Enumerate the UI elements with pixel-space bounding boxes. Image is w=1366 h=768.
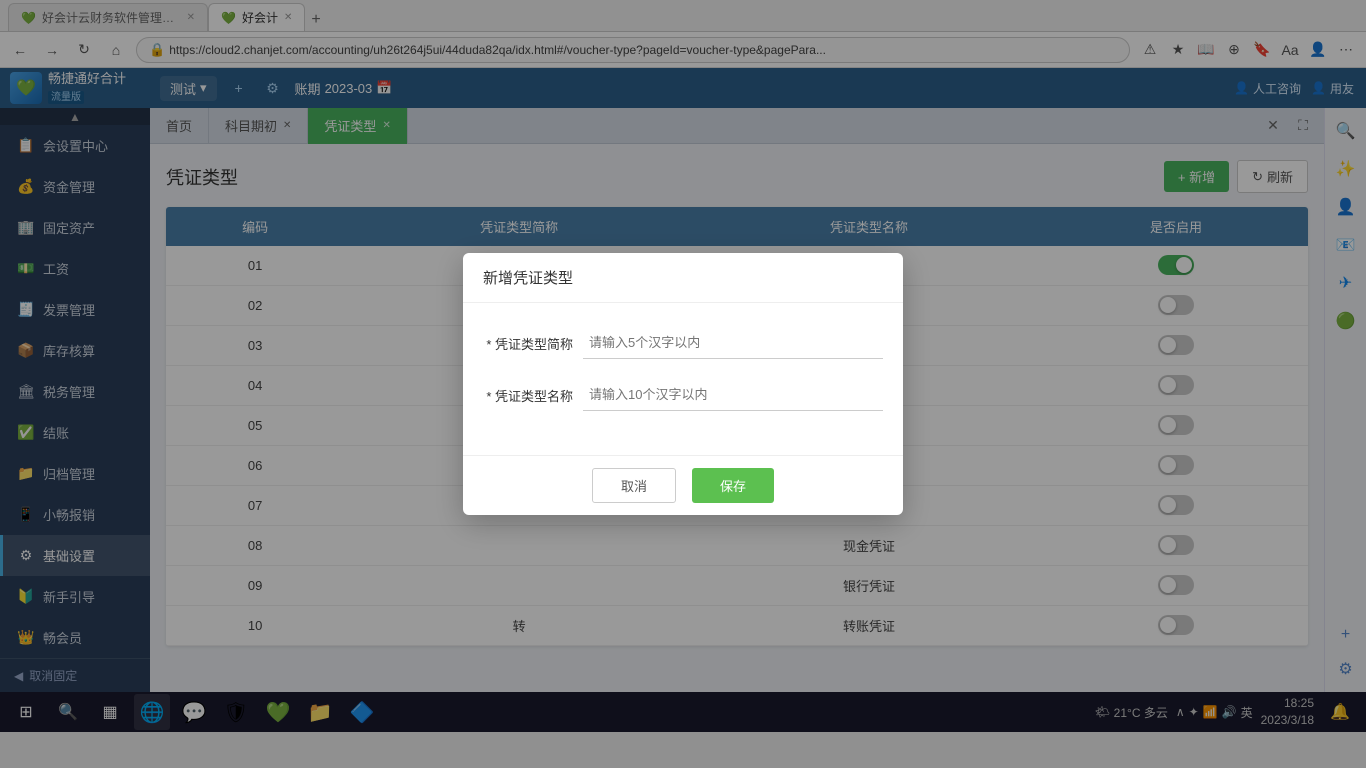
abbr-label: * 凭证类型简称 bbox=[483, 334, 573, 353]
name-label: * 凭证类型名称 bbox=[483, 386, 573, 405]
name-form-row: * 凭证类型名称 bbox=[483, 379, 883, 411]
abbr-input[interactable] bbox=[583, 327, 883, 359]
name-input[interactable] bbox=[583, 379, 883, 411]
modal-title: 新增凭证类型 bbox=[483, 270, 573, 287]
add-voucher-type-modal: 新增凭证类型 * 凭证类型简称 * 凭证类型名称 取消 保存 bbox=[463, 253, 903, 515]
modal-body: * 凭证类型简称 * 凭证类型名称 bbox=[463, 303, 903, 455]
cancel-button[interactable]: 取消 bbox=[592, 468, 676, 503]
abbr-form-row: * 凭证类型简称 bbox=[483, 327, 883, 359]
modal-header: 新增凭证类型 bbox=[463, 253, 903, 303]
save-button[interactable]: 保存 bbox=[692, 468, 774, 503]
modal-footer: 取消 保存 bbox=[463, 455, 903, 515]
modal-overlay: 新增凭证类型 * 凭证类型简称 * 凭证类型名称 取消 保存 bbox=[0, 0, 1366, 768]
